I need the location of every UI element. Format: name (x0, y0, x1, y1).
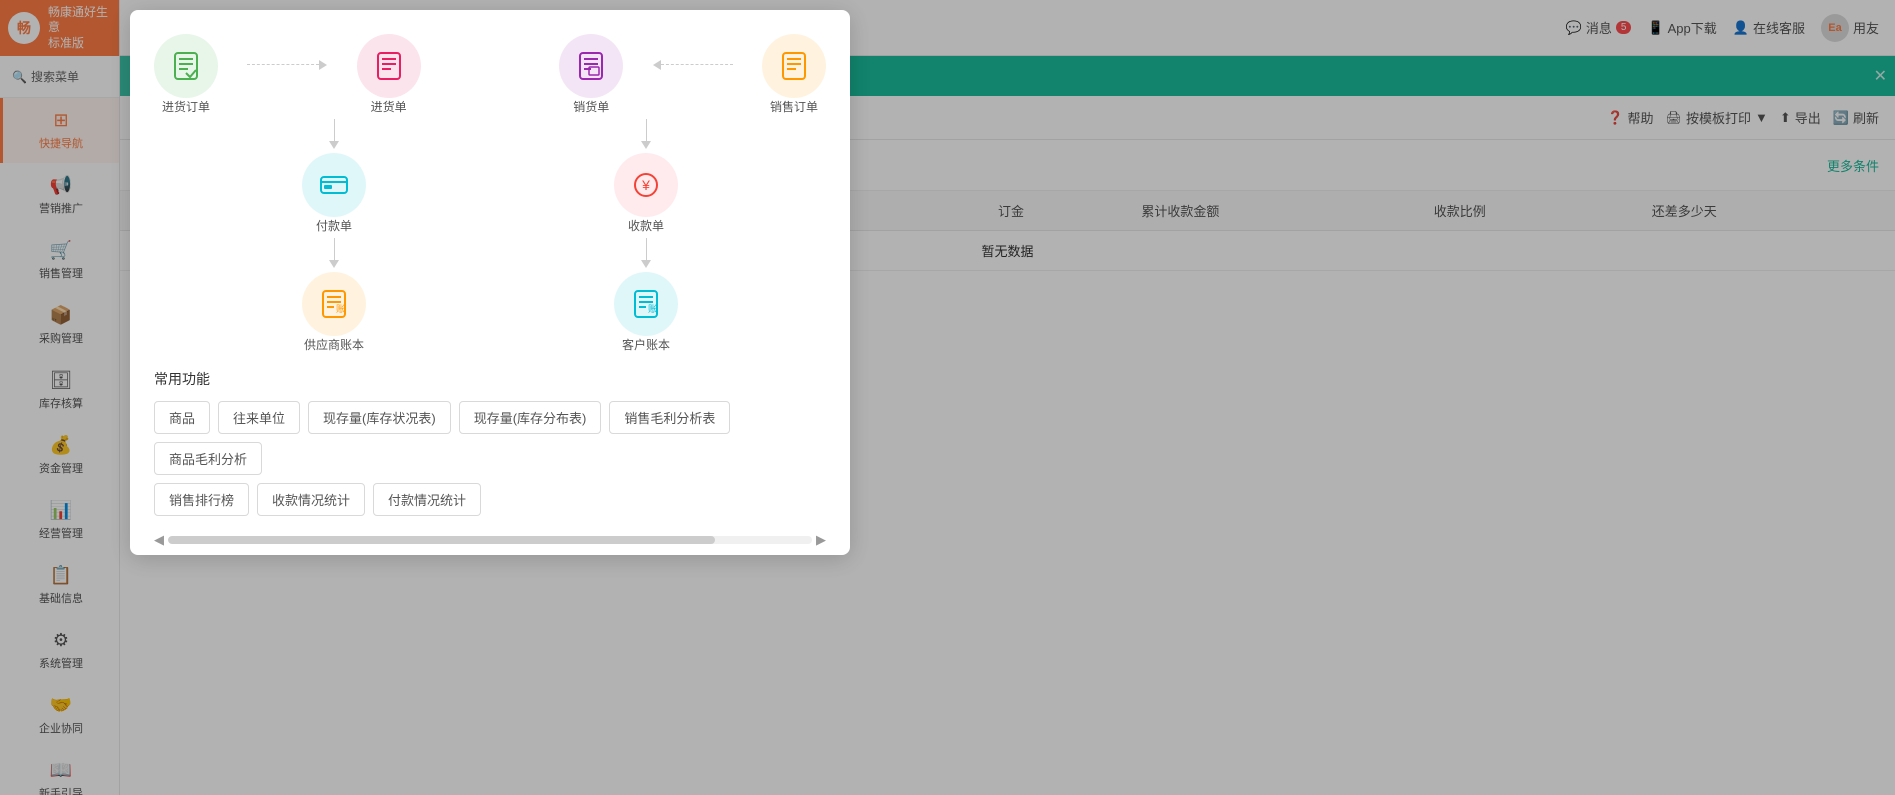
common-btn-payment-stats[interactable]: 付款情况统计 (373, 483, 481, 516)
common-buttons-group: 商品 往来单位 现存量(库存状况表) 现存量(库存分布表) 销售毛利分析表 商品… (154, 401, 826, 475)
scroll-right-icon[interactable]: ▶ (816, 532, 826, 548)
purchase-bill-icon (357, 34, 421, 98)
arrow-down-payment (329, 238, 339, 268)
payment-bill-icon (302, 153, 366, 217)
common-btn-receipt-stats[interactable]: 收款情况统计 (257, 483, 365, 516)
payment-bill-node: 付款单 (302, 153, 366, 234)
customer-ledger-label: 客户账本 (622, 336, 670, 353)
scroll-thumb (168, 536, 715, 544)
popup-scrollbar: ◀ ▶ (154, 532, 826, 548)
arrow-purchase-to-bill (247, 60, 327, 70)
common-btn-product-margin[interactable]: 商品毛利分析 (154, 442, 262, 475)
arrow-down-receipt (641, 238, 651, 268)
common-btn-sales-rank[interactable]: 销售排行榜 (154, 483, 249, 516)
arrow-down-purchase (329, 119, 339, 149)
overlay[interactable]: 进货订单 进货单 (120, 0, 1895, 795)
purchase-order-node: 进货订单 (154, 34, 218, 115)
common-buttons-group-2: 销售排行榜 收款情况统计 付款情况统计 (154, 483, 826, 516)
receipt-bill-icon: ¥ (614, 153, 678, 217)
supplier-ledger-icon: 账 (302, 272, 366, 336)
sales-bill-label: 销货单 (573, 98, 609, 115)
popup: 进货订单 进货单 (130, 10, 850, 555)
sales-order-node: 销售订单 (762, 34, 826, 115)
purchase-order-label: 进货订单 (162, 98, 210, 115)
main-area: 装备及固定资产辅助管理系统 ▼ ⚙ 体验行业方案 💬 消息 5 📱 App下载 … (120, 0, 1895, 795)
sales-order-label: 销售订单 (770, 98, 818, 115)
purchase-bill-node: 进货单 (357, 34, 421, 115)
common-btn-sales-margin[interactable]: 销售毛利分析表 (609, 401, 730, 434)
receipt-bill-label: 收款单 (628, 217, 664, 234)
receipt-bill-node: ¥ 收款单 (614, 153, 678, 234)
common-btn-stock-status[interactable]: 现存量(库存状况表) (308, 401, 451, 434)
supplier-ledger-label: 供应商账本 (304, 336, 364, 353)
purchase-order-icon (154, 34, 218, 98)
customer-ledger-icon: 账 (614, 272, 678, 336)
arrow-down-sales (641, 119, 651, 149)
customer-ledger-node: 账 客户账本 (614, 272, 678, 353)
scroll-left-icon[interactable]: ◀ (154, 532, 164, 548)
payment-bill-label: 付款单 (316, 217, 352, 234)
sales-order-icon (762, 34, 826, 98)
common-btn-stock-dist[interactable]: 现存量(库存分布表) (459, 401, 602, 434)
sales-bill-icon (559, 34, 623, 98)
supplier-ledger-node: 账 供应商账本 (302, 272, 366, 353)
sales-bill-node: 销货单 (559, 34, 623, 115)
svg-text:¥: ¥ (641, 177, 650, 193)
svg-text:账: 账 (336, 304, 345, 314)
svg-text:账: 账 (648, 304, 657, 314)
arrow-sales-order-to-bill (653, 60, 733, 70)
common-functions-section: 常用功能 商品 往来单位 现存量(库存状况表) 现存量(库存分布表) 销售毛利分… (154, 369, 826, 516)
purchase-bill-label: 进货单 (371, 98, 407, 115)
common-btn-product[interactable]: 商品 (154, 401, 210, 434)
common-functions-title: 常用功能 (154, 369, 826, 389)
common-btn-counterpart[interactable]: 往来单位 (218, 401, 300, 434)
flow-diagram: 进货订单 进货单 (154, 34, 826, 369)
